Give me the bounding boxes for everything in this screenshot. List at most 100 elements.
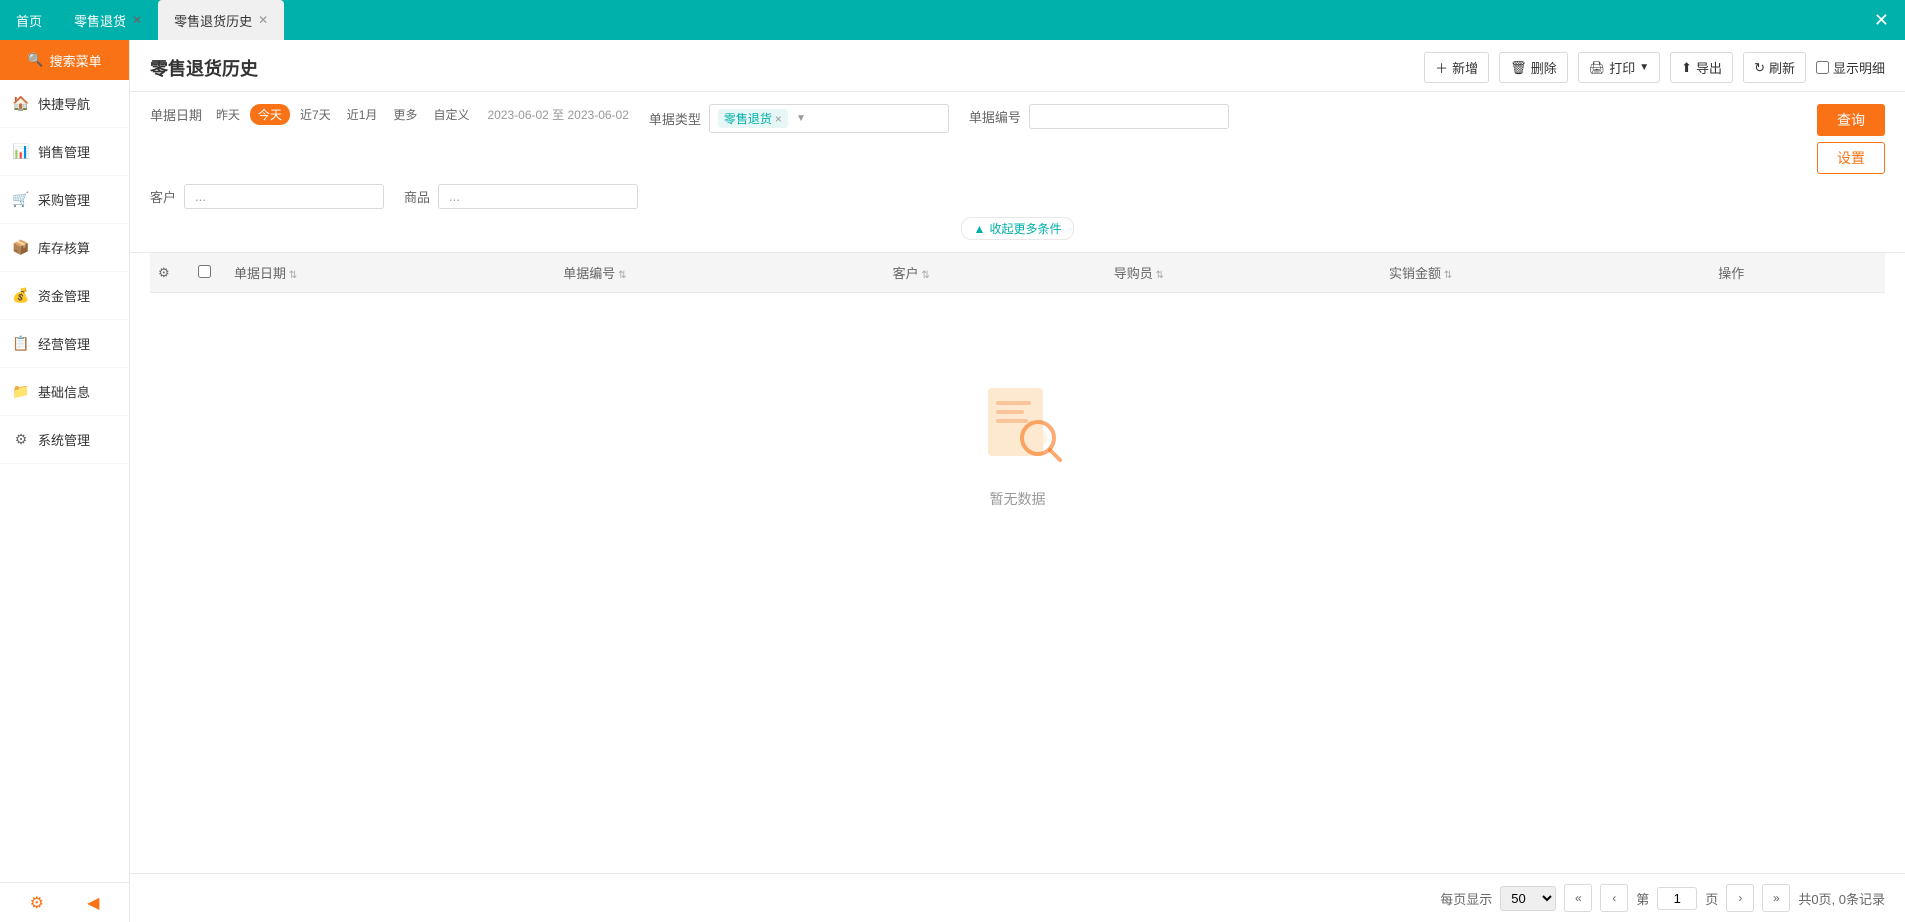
th-setting[interactable]: ⚙ [150, 253, 190, 293]
tab-retail-return-close[interactable]: ✕ [132, 13, 142, 27]
sidebar-item-basic[interactable]: 📁 基础信息 [0, 368, 129, 416]
search-icon: 🔍 [27, 52, 43, 68]
th-amount[interactable]: 实销金额 [1381, 253, 1710, 293]
sidebar-bottom: ⚙ ◀ [0, 882, 129, 922]
first-page-btn[interactable]: « [1564, 884, 1592, 912]
print-icon: 🖨 [1589, 60, 1606, 76]
th-guide[interactable]: 导购员 [1106, 253, 1381, 293]
filter-bar: 单据日期 昨天 今天 近7天 近1月 更多 自定义 2023-06-02 至 2… [130, 92, 1905, 253]
sidebar-item-operations[interactable]: 📋 经营管理 [0, 320, 129, 368]
purchase-icon: 🛒 [12, 191, 30, 209]
date-btn-yesterday[interactable]: 昨天 [210, 104, 246, 125]
type-filter-select[interactable]: 零售退货 × ▼ [709, 104, 949, 133]
basic-icon: 📁 [12, 383, 30, 401]
sidebar-search-label: 搜索菜单 [50, 51, 102, 70]
print-chevron: ▼ [1639, 62, 1649, 73]
date-btn-1month[interactable]: 近1月 [341, 104, 384, 125]
empty-illustration [968, 373, 1068, 473]
top-bar: 首页 零售退货 ✕ 零售退货历史 ✕ ✕ [0, 0, 1905, 40]
type-filter-field: 单据类型 零售退货 × ▼ [649, 104, 949, 133]
collapse-button[interactable]: ▲ 收起更多条件 [961, 217, 1075, 240]
th-number[interactable]: 单据编号 [555, 253, 884, 293]
setting-button[interactable]: 设置 [1817, 142, 1885, 174]
number-filter-field: 单据编号 [969, 104, 1229, 129]
number-filter-input[interactable] [1029, 104, 1229, 129]
header-actions: ＋ 新增 🗑 删除 🖨 打印 ▼ ⬆ 导出 ↻ 刷新 [1424, 52, 1885, 83]
tab-bar: 首页 零售退货 ✕ 零售退货历史 ✕ [0, 0, 1858, 40]
sidebar-settings-icon[interactable]: ⚙ [30, 893, 44, 913]
collapse-icon: ▲ [974, 222, 986, 236]
delete-icon: 🗑 [1510, 60, 1527, 76]
goods-filter-field: 商品 ... [404, 184, 638, 209]
print-label: 打印 [1609, 58, 1635, 77]
select-all-checkbox[interactable] [198, 265, 211, 278]
query-button[interactable]: 查询 [1817, 104, 1885, 136]
sidebar-item-system[interactable]: ⚙ 系统管理 [0, 416, 129, 464]
tab-retail-return-history-close[interactable]: ✕ [258, 13, 268, 27]
tab-retail-return[interactable]: 零售退货 ✕ [58, 0, 158, 40]
refresh-button[interactable]: ↻ 刷新 [1743, 52, 1806, 83]
table-header-row: ⚙ 单据日期 单据编号 客户 导购员 实销金额 操作 [150, 253, 1885, 293]
th-checkbox[interactable] [190, 253, 226, 293]
sidebar-search[interactable]: 🔍 搜索菜单 [0, 40, 129, 80]
tab-retail-return-label: 零售退货 [74, 11, 126, 30]
new-button[interactable]: ＋ 新增 [1424, 52, 1489, 83]
new-icon: ＋ [1435, 58, 1448, 77]
new-label: 新增 [1452, 58, 1478, 77]
date-btn-7days[interactable]: 近7天 [294, 104, 337, 125]
date-filter-field: 单据日期 昨天 今天 近7天 近1月 更多 自定义 2023-06-02 至 2… [150, 104, 629, 125]
export-button[interactable]: ⬆ 导出 [1670, 52, 1733, 83]
type-tag-close[interactable]: × [775, 112, 782, 126]
sidebar-item-inventory[interactable]: 📦 库存核算 [0, 224, 129, 272]
data-table: ⚙ 单据日期 单据编号 客户 导购员 实销金额 操作 [150, 253, 1885, 293]
collapse-bar: ▲ 收起更多条件 [150, 217, 1885, 240]
goods-filter-input[interactable]: ... [438, 184, 638, 209]
delete-button[interactable]: 🗑 删除 [1499, 52, 1568, 83]
sidebar-item-purchase-label: 采购管理 [38, 190, 90, 209]
print-button[interactable]: 🖨 打印 ▼ [1578, 52, 1660, 83]
sidebar-item-finance[interactable]: 💰 资金管理 [0, 272, 129, 320]
show-detail-checkbox[interactable] [1816, 61, 1829, 74]
sidebar-item-basic-label: 基础信息 [38, 382, 90, 401]
sidebar-collapse-icon[interactable]: ◀ [87, 893, 99, 913]
quicknav-icon: 🏠 [12, 95, 30, 113]
empty-text: 暂无数据 [990, 489, 1046, 509]
last-page-btn[interactable]: » [1762, 884, 1790, 912]
window-close-btn[interactable]: ✕ [1858, 10, 1905, 31]
sidebar-item-inventory-label: 库存核算 [38, 238, 90, 257]
sidebar-item-operations-label: 经营管理 [38, 334, 90, 353]
customer-filter-input[interactable]: ... [184, 184, 384, 209]
th-actions: 操作 [1710, 253, 1885, 293]
tab-retail-return-history[interactable]: 零售退货历史 ✕ [158, 0, 284, 40]
sidebar: 🔍 搜索菜单 🏠 快捷导航 📊 销售管理 🛒 采购管理 📦 库存核算 💰 [0, 40, 130, 922]
page-number-input[interactable] [1657, 887, 1697, 910]
date-btn-more[interactable]: 更多 [387, 104, 423, 125]
sidebar-item-quicknav[interactable]: 🏠 快捷导航 [0, 80, 129, 128]
th-customer[interactable]: 客户 [885, 253, 1106, 293]
page-header: 零售退货历史 ＋ 新增 🗑 删除 🖨 打印 ▼ ⬆ 导出 [130, 40, 1905, 92]
tab-home[interactable]: 首页 [0, 0, 58, 40]
date-filter-btns: 昨天 今天 近7天 近1月 更多 自定义 [210, 104, 475, 125]
total-label: 共0页, 0条记录 [1798, 889, 1885, 908]
delete-label: 删除 [1531, 58, 1557, 77]
export-label: 导出 [1696, 58, 1722, 77]
sidebar-item-finance-label: 资金管理 [38, 286, 90, 305]
operations-icon: 📋 [12, 335, 30, 353]
type-chevron-icon: ▼ [796, 113, 806, 124]
per-page-select[interactable]: 50 100 200 [1500, 886, 1556, 911]
date-btn-today[interactable]: 今天 [250, 104, 290, 125]
sidebar-item-system-label: 系统管理 [38, 430, 90, 449]
date-btn-custom[interactable]: 自定义 [427, 104, 475, 125]
pagination-bar: 每页显示 50 100 200 « ‹ 第 页 › » 共0页, 0条记录 [130, 873, 1905, 922]
type-filter-label: 单据类型 [649, 109, 701, 128]
next-page-btn[interactable]: › [1726, 884, 1754, 912]
sidebar-item-purchase[interactable]: 🛒 采购管理 [0, 176, 129, 224]
th-date[interactable]: 单据日期 [226, 253, 555, 293]
number-filter-label: 单据编号 [969, 107, 1021, 126]
collapse-label: 收起更多条件 [989, 220, 1061, 237]
prev-page-btn[interactable]: ‹ [1600, 884, 1628, 912]
content-area: 零售退货历史 ＋ 新增 🗑 删除 🖨 打印 ▼ ⬆ 导出 [130, 40, 1905, 922]
sidebar-item-sales-label: 销售管理 [38, 142, 90, 161]
tab-retail-return-history-label: 零售退货历史 [174, 11, 252, 30]
sidebar-item-sales[interactable]: 📊 销售管理 [0, 128, 129, 176]
